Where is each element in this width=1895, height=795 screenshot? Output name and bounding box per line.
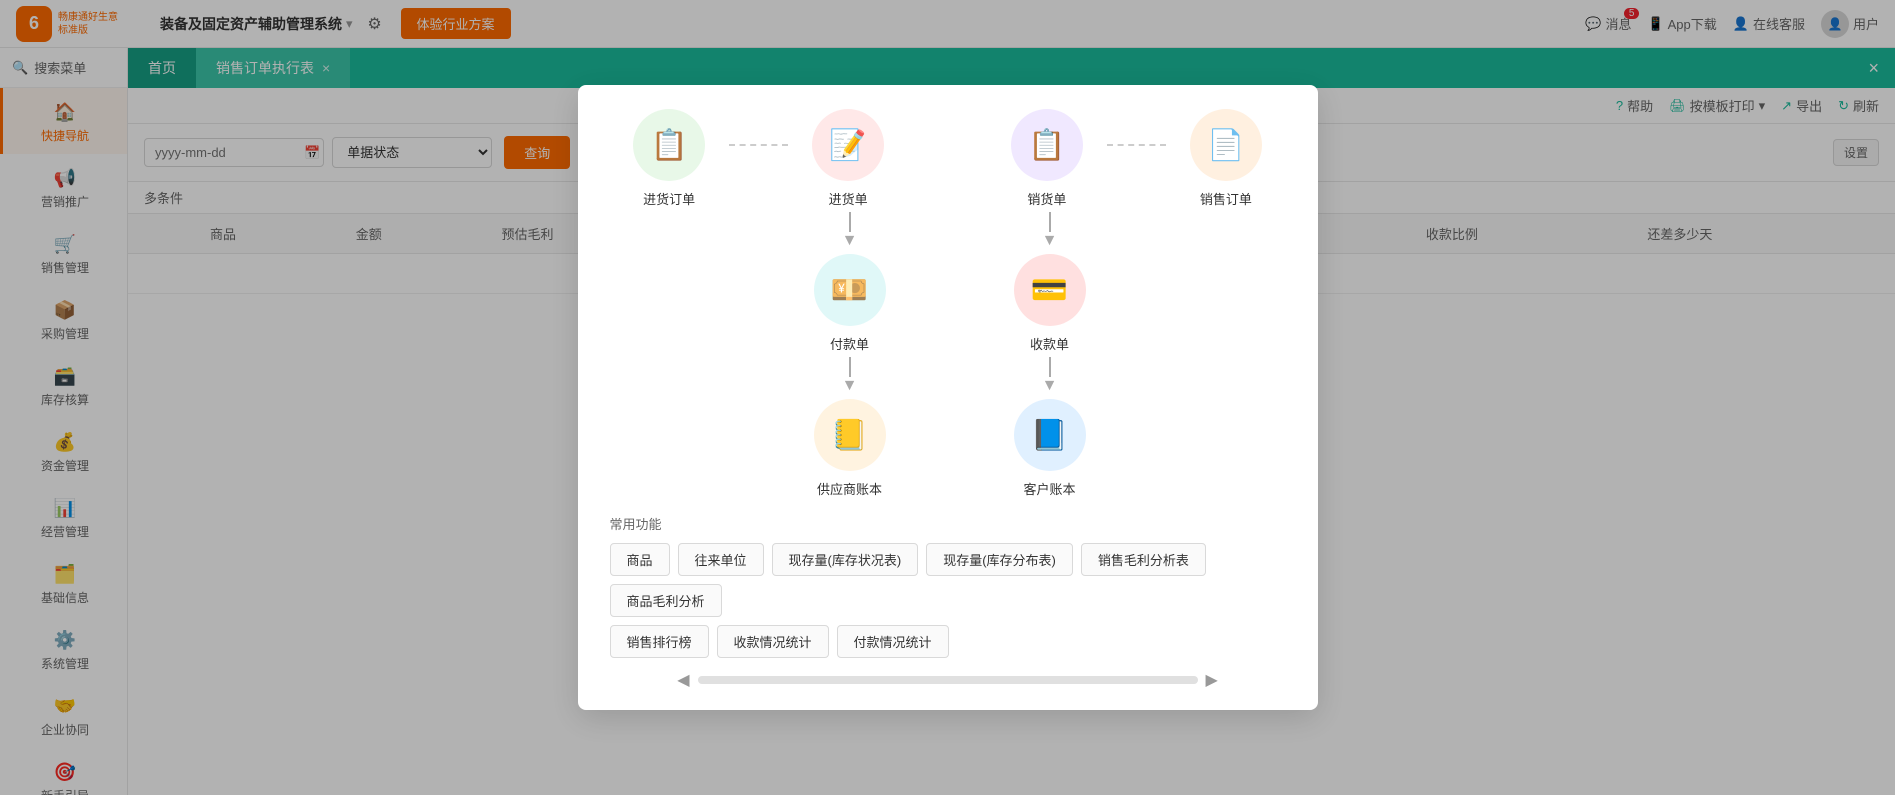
receipt-label: 收款单 xyxy=(1030,334,1069,353)
flow-node-purchase-bill[interactable]: 📝 进货单 xyxy=(788,109,907,208)
func-btn-sales-rank[interactable]: 销售排行榜 xyxy=(610,625,709,658)
flow-row-3: 📒 供应商账本 📘 客户账本 xyxy=(610,399,1286,498)
arrow-down-sales-bill: ▼ xyxy=(990,212,1110,250)
purchase-order-circle: 📋 xyxy=(633,109,705,181)
flow-node-sales-bill[interactable]: 📋 销货单 xyxy=(987,109,1106,208)
func-btn-stock-status[interactable]: 现存量(库存状况表) xyxy=(772,543,919,576)
supplier-ledger-label: 供应商账本 xyxy=(817,479,882,498)
flow-arrows-down-row1: ▼ ▼ xyxy=(610,212,1286,250)
func-btn-payment-stats[interactable]: 付款情况统计 xyxy=(837,625,949,658)
popup-overlay[interactable]: 📋 进货订单 📝 进货单 📋 销货单 xyxy=(0,0,1895,795)
sales-bill-label: 销货单 xyxy=(1027,189,1066,208)
arrow-down-purchase-bill: ▼ xyxy=(790,212,910,250)
sales-order-label: 销售订单 xyxy=(1200,189,1252,208)
sales-bill-circle: 📋 xyxy=(1011,109,1083,181)
arrow-down-receipt: ▼ xyxy=(990,357,1110,395)
customer-ledger-label: 客户账本 xyxy=(1023,479,1075,498)
flow-node-sales-order[interactable]: 📄 销售订单 xyxy=(1166,109,1285,208)
flow-row-2: 💴 付款单 💳 收款单 xyxy=(610,254,1286,353)
func-btn-goods-gross[interactable]: 商品毛利分析 xyxy=(610,584,722,617)
purchase-bill-label: 进货单 xyxy=(829,189,868,208)
func-buttons-row: 商品 往来单位 现存量(库存状况表) 现存量(库存分布表) 销售毛利分析表 商品… xyxy=(610,543,1286,617)
payment-circle: 💴 xyxy=(814,254,886,326)
flow-node-receipt[interactable]: 💳 收款单 xyxy=(990,254,1110,353)
scroll-bar[interactable] xyxy=(698,676,1198,684)
common-functions-section: 常用功能 商品 往来单位 现存量(库存状况表) 现存量(库存分布表) 销售毛利分… xyxy=(610,514,1286,658)
flow-node-supplier-ledger[interactable]: 📒 供应商账本 xyxy=(790,399,910,498)
func-btn-goods[interactable]: 商品 xyxy=(610,543,670,576)
func-btn-sales-gross[interactable]: 销售毛利分析表 xyxy=(1081,543,1206,576)
func-btn-partners[interactable]: 往来单位 xyxy=(678,543,764,576)
scroll-left-icon[interactable]: ◀ xyxy=(677,670,689,690)
purchase-bill-circle: 📝 xyxy=(812,109,884,181)
func-btn-receipt-stats[interactable]: 收款情况统计 xyxy=(717,625,829,658)
flow-arrows-down-row2: ▼ ▼ xyxy=(610,357,1286,395)
arrow-down-payment: ▼ xyxy=(790,357,910,395)
func-btn-stock-dist[interactable]: 现存量(库存分布表) xyxy=(926,543,1073,576)
arrow-sales-to-order xyxy=(1107,144,1167,146)
func-buttons-row2: 销售排行榜 收款情况统计 付款情况统计 xyxy=(610,625,1286,658)
payment-label: 付款单 xyxy=(830,334,869,353)
flow-node-purchase-order[interactable]: 📋 进货订单 xyxy=(610,109,729,208)
receipt-circle: 💳 xyxy=(1014,254,1086,326)
purchase-order-label: 进货订单 xyxy=(643,189,695,208)
flow-row-1: 📋 进货订单 📝 进货单 📋 销货单 xyxy=(610,109,1286,208)
scroll-right-icon[interactable]: ▶ xyxy=(1206,670,1218,690)
common-functions-title: 常用功能 xyxy=(610,514,1286,533)
flow-popup: 📋 进货订单 📝 进货单 📋 销货单 xyxy=(578,85,1318,710)
sales-order-circle: 📄 xyxy=(1190,109,1262,181)
flow-node-payment[interactable]: 💴 付款单 xyxy=(790,254,910,353)
arrow-purchase-to-bill xyxy=(729,144,789,146)
supplier-ledger-circle: 📒 xyxy=(814,399,886,471)
scroll-hint: ◀ ▶ xyxy=(610,670,1286,690)
flow-node-customer-ledger[interactable]: 📘 客户账本 xyxy=(990,399,1110,498)
customer-ledger-circle: 📘 xyxy=(1014,399,1086,471)
